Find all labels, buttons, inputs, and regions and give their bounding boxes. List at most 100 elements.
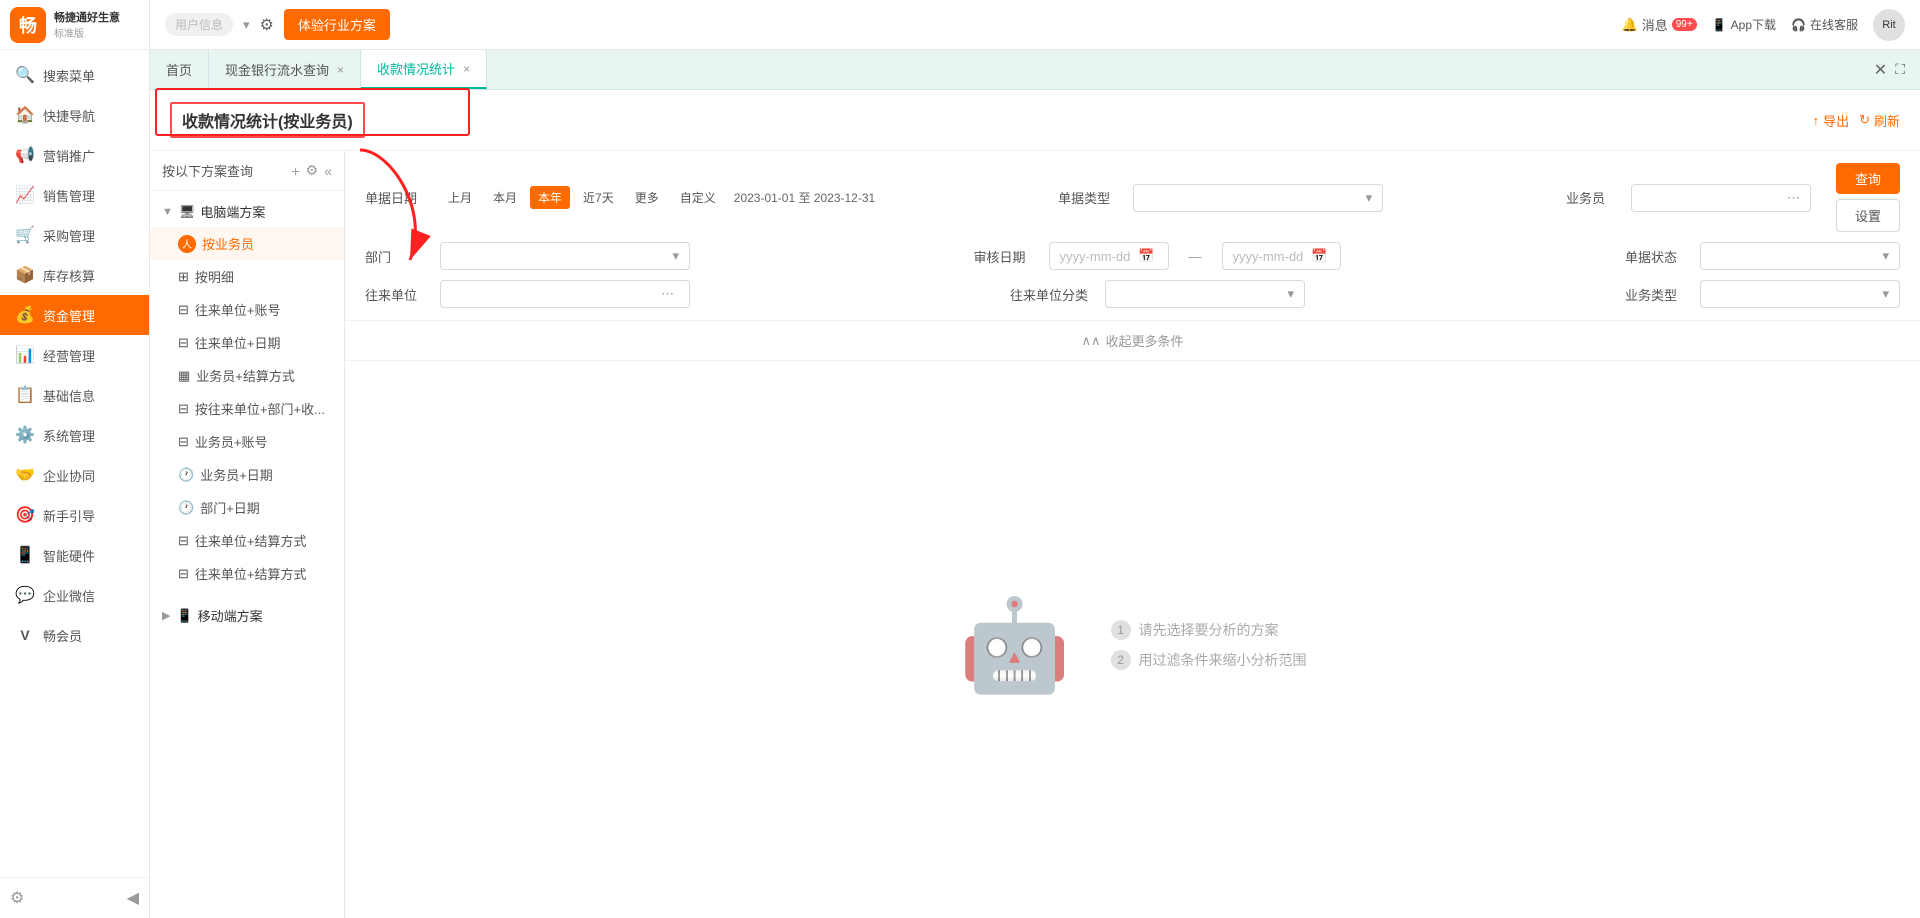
dept-select[interactable]: ▾ [440,242,690,270]
scheme-item-unit-date[interactable]: ⊟ 往来单位+日期 [150,326,344,359]
panel-settings-button[interactable]: ⚙ [306,162,319,179]
refresh-label: 刷新 [1874,111,1900,130]
review-date-end[interactable]: yyyy-mm-dd 📅 [1222,242,1342,270]
scheme-item-unit-account[interactable]: ⊟ 往来单位+账号 [150,293,344,326]
sidebar-item-label: 搜索菜单 [43,66,95,85]
doc-status-label: 单据状态 [1625,247,1685,266]
settings-button[interactable]: 设置 [1836,199,1900,232]
scheme-item-label: 按业务员 [202,234,254,253]
scheme-item-salesperson-settlement[interactable]: ▦ 业务员+结算方式 [150,359,344,392]
refresh-icon: ↻ [1859,112,1870,128]
tab-bar-close-icon[interactable]: ✕ [1874,60,1887,80]
sidebar-item-label: 企业协同 [43,466,95,485]
scheme-item-label: 往来单位+结算方式 [195,531,307,550]
basic-info-icon: 📋 [15,385,35,405]
date-tab-this-month[interactable]: 本月 [485,186,525,209]
action-buttons: 查询 设置 [1836,163,1900,232]
scheme-item-unit-dept-collection[interactable]: ⊟ 按往来单位+部门+收... [150,392,344,425]
gear-button[interactable]: ⚙ [260,15,274,35]
detail-icon: ⊞ [178,269,189,285]
mobile-arrow-icon: ▶ [162,609,170,622]
notification-btn[interactable]: 🔔 消息 99+ [1622,15,1697,34]
sidebar-collapse-icon[interactable]: ◀ [127,888,139,908]
scheme-item-salesperson-account[interactable]: ⊟ 业务员+账号 [150,425,344,458]
app-download-btn[interactable]: 📱 App下载 [1712,16,1776,33]
empty-tip-2: 2 用过滤条件来缩小分析范围 [1111,650,1307,670]
left-panel: 按以下方案查询 + ⚙ « ▼ 🖥 电脑端方案 人 按业务员 [150,151,345,918]
sidebar-item-search-menu[interactable]: 🔍 搜索菜单 [0,55,149,95]
sidebar-item-wechat[interactable]: 💬 企业微信 [0,575,149,615]
sidebar-item-quick-nav[interactable]: 🏠 快捷导航 [0,95,149,135]
logo-area: 畅 畅捷通好生意 标准版 [0,0,149,50]
enterprise-icon: 🤝 [15,465,35,485]
partner-dots-icon[interactable]: ⋯ [661,286,674,302]
panel-collapse-button[interactable]: « [324,163,332,179]
sidebar-item-sys-admin[interactable]: ⚙️ 系统管理 [0,415,149,455]
export-button[interactable]: ↑ 导出 [1813,111,1850,130]
desktop-group-title[interactable]: ▼ 🖥 电脑端方案 [150,196,344,227]
app-download-label: App下载 [1731,16,1776,33]
tab-bank-flow-close[interactable]: × [337,63,344,77]
scheme-item-label: 业务员+结算方式 [196,366,295,385]
sidebar-bottom: ⚙ ◀ [0,877,149,918]
tip-num-2: 2 [1111,650,1131,670]
date-tab-this-year[interactable]: 本年 [530,186,570,209]
dropdown-arrow-icon[interactable]: ▾ [243,17,250,33]
sidebar-item-marketing[interactable]: 📢 营销推广 [0,135,149,175]
panel-add-button[interactable]: + [291,163,299,179]
salesperson-select[interactable]: ⋯ [1631,184,1811,212]
query-button[interactable]: 查询 [1836,163,1900,194]
date-tab-custom[interactable]: 自定义 [672,186,724,209]
export-label: 导出 [1823,111,1849,130]
doc-type-select[interactable]: ▾ [1133,184,1383,212]
filter-area: 单据日期 上月 本月 本年 近7天 更多 自定义 2023-01-01 至 20… [345,151,1920,321]
sidebar-item-operations[interactable]: 📊 经营管理 [0,335,149,375]
date-tab-more[interactable]: 更多 [627,186,667,209]
date-tab-last-month[interactable]: 上月 [440,186,480,209]
review-date-start[interactable]: yyyy-mm-dd 📅 [1049,242,1169,270]
date-tab-7days[interactable]: 近7天 [575,186,622,209]
sidebar-item-label: 快捷导航 [43,106,95,125]
biz-type-select[interactable]: ▾ [1700,280,1900,308]
tab-collection-stats-close[interactable]: × [463,62,470,76]
refresh-button[interactable]: ↻ 刷新 [1859,111,1900,130]
sidebar-item-member[interactable]: V 畅会员 [0,615,149,655]
online-service-btn[interactable]: 🎧 在线客服 [1791,16,1858,33]
sidebar-item-inventory[interactable]: 📦 库存核算 [0,255,149,295]
filter-row-1: 单据日期 上月 本月 本年 近7天 更多 自定义 2023-01-01 至 20… [365,163,1900,232]
scheme-item-dept-date[interactable]: 🕐 部门+日期 [150,491,344,524]
trial-btn[interactable]: 体验行业方案 [284,9,390,40]
header-left: 用户信息 ▾ ⚙ 体验行业方案 [165,9,390,40]
scheme-item-by-salesperson[interactable]: 人 按业务员 [150,227,344,260]
sidebar-item-finance[interactable]: 💰 资金管理 [0,295,149,335]
tab-bank-flow[interactable]: 现金银行流水查询 × [209,50,361,89]
sidebar-item-basic-info[interactable]: 📋 基础信息 [0,375,149,415]
collapse-bar[interactable]: ∧∧ 收起更多条件 [345,321,1920,361]
scheme-item-salesperson-date[interactable]: 🕐 业务员+日期 [150,458,344,491]
scheme-item-by-detail[interactable]: ⊞ 按明细 [150,260,344,293]
partner-category-select[interactable]: ▾ [1105,280,1305,308]
sidebar-item-new-guide[interactable]: 🎯 新手引导 [0,495,149,535]
tab-collection-stats[interactable]: 收款情况统计 × [361,50,487,89]
partner-select[interactable]: ⋯ [440,280,690,308]
calendar2-icon[interactable]: 📅 [1311,248,1327,264]
scheme-item-unit-settlement1[interactable]: ⊟ 往来单位+结算方式 [150,524,344,557]
mobile-group-title[interactable]: ▶ 📱 移动端方案 [150,600,344,631]
sidebar-item-purchase[interactable]: 🛒 采购管理 [0,215,149,255]
online-service-label: 在线客服 [1810,16,1858,33]
scheme-item-unit-settlement2[interactable]: ⊟ 往来单位+结算方式 [150,557,344,590]
sidebar-item-label: 畅会员 [43,626,82,645]
user-avatar[interactable]: Rit [1873,9,1905,41]
sidebar-settings-icon[interactable]: ⚙ [10,888,24,908]
doc-status-select[interactable]: ▾ [1700,242,1900,270]
tab-bar-expand-icon[interactable]: ⛶ [1895,61,1905,78]
tab-home[interactable]: 首页 [150,50,209,89]
new-guide-icon: 🎯 [15,505,35,525]
panel-header-label: 按以下方案查询 [162,161,253,180]
calendar1-icon[interactable]: 📅 [1138,248,1154,264]
sidebar-item-enterprise[interactable]: 🤝 企业协同 [0,455,149,495]
sidebar-item-sales[interactable]: 📈 销售管理 [0,175,149,215]
sidebar-item-smart-hw[interactable]: 📱 智能硬件 [0,535,149,575]
scheme-item-label: 按明细 [195,267,234,286]
tab-home-label: 首页 [166,60,192,79]
